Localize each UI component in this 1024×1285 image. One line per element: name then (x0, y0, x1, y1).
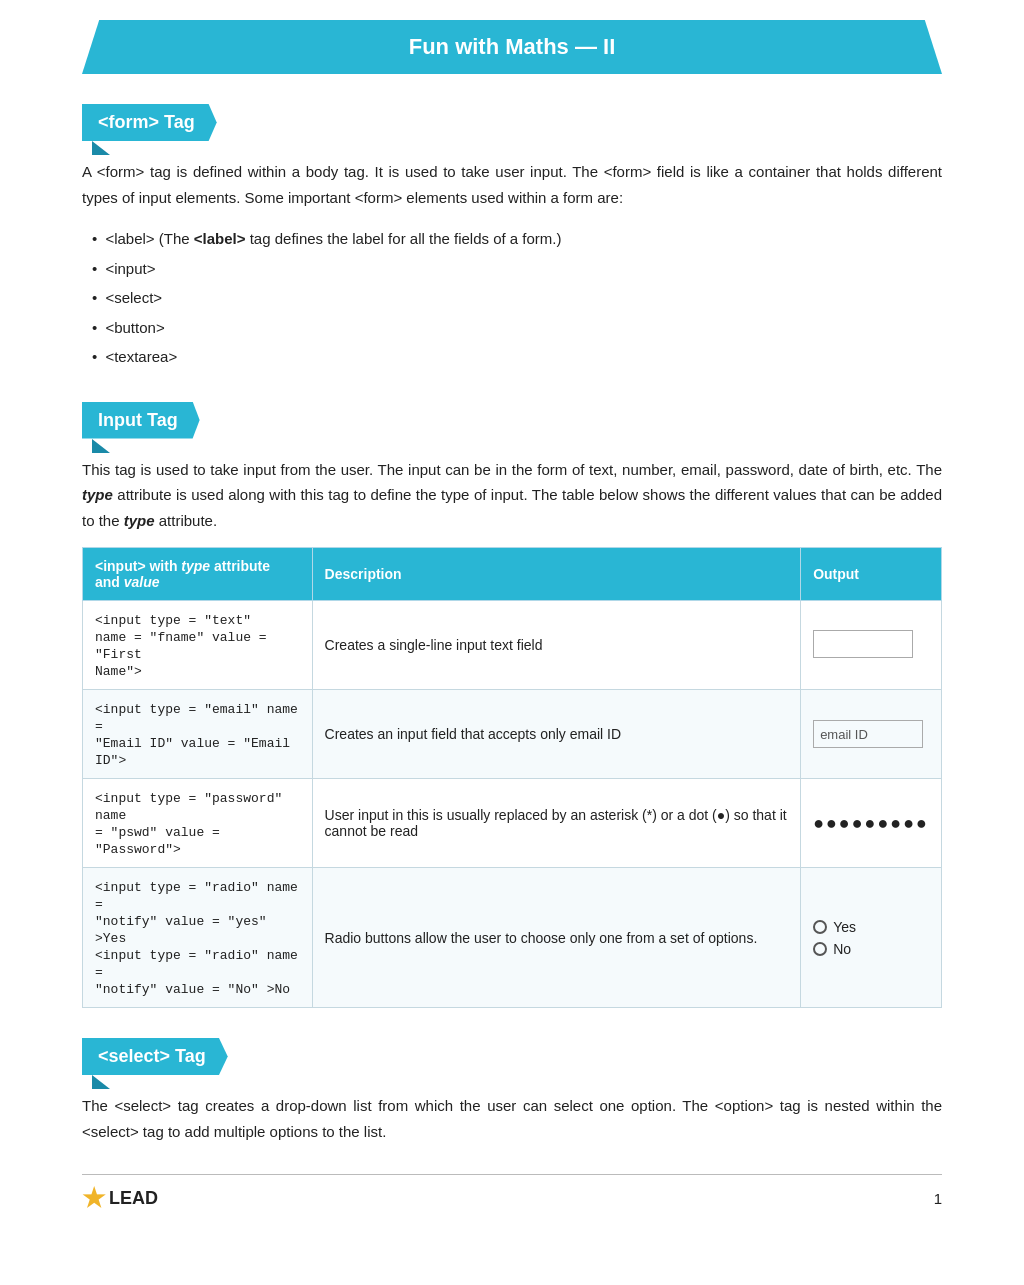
star-icon: ★ (82, 1183, 105, 1214)
table-cell-input: <input type = "radio" name ="notify" val… (83, 868, 313, 1008)
list-item: <select> (92, 283, 942, 313)
radio-label-no: No (833, 941, 851, 957)
table-cell-output (801, 601, 942, 690)
radio-button-no[interactable] (813, 942, 827, 956)
radio-label-yes: Yes (833, 919, 856, 935)
input-tag-heading: Input Tag (82, 402, 200, 439)
form-tag-heading-wrap: <form> Tag (82, 104, 942, 141)
radio-button-yes[interactable] (813, 920, 827, 934)
input-tag-section: Input Tag This tag is used to take input… (82, 402, 942, 1009)
table-cell-description: Creates a single-line input text field (312, 601, 801, 690)
table-cell-input: <input type = "password" name= "pswd" va… (83, 779, 313, 868)
heading-arrow-decoration (92, 1075, 110, 1089)
table-header-description: Description (312, 548, 801, 601)
logo-text: LEAD (109, 1188, 158, 1209)
list-item: <textarea> (92, 342, 942, 372)
select-tag-heading-wrap: <select> Tag (82, 1038, 942, 1075)
form-tag-bullet-list: <label> (The <label> tag defines the lab… (82, 224, 942, 372)
form-tag-description: A <form> tag is defined within a body ta… (82, 159, 942, 210)
input-tag-heading-wrap: Input Tag (82, 402, 942, 439)
table-row: <input type = "email" name ="Email ID" v… (83, 690, 942, 779)
output-email-field[interactable]: email ID (813, 720, 923, 748)
table-row: <input type = "text"name = "fname" value… (83, 601, 942, 690)
table-cell-description: User input in this is usually replaced b… (312, 779, 801, 868)
header-banner: Fun with Maths — II (82, 20, 942, 74)
page-footer: ★ LEAD 1 (82, 1174, 942, 1214)
select-tag-description: The <select> tag creates a drop-down lis… (82, 1093, 942, 1144)
form-tag-heading: <form> Tag (82, 104, 217, 141)
select-tag-section: <select> Tag The <select> tag creates a … (82, 1038, 942, 1144)
table-header-output: Output (801, 548, 942, 601)
table-cell-description: Creates an input field that accepts only… (312, 690, 801, 779)
output-radio-group: Yes No (813, 919, 929, 957)
lead-logo: ★ LEAD (82, 1183, 158, 1214)
table-cell-input: <input type = "text"name = "fname" value… (83, 601, 313, 690)
table-row: <input type = "password" name= "pswd" va… (83, 779, 942, 868)
select-tag-heading: <select> Tag (82, 1038, 228, 1075)
table-cell-input: <input type = "email" name ="Email ID" v… (83, 690, 313, 779)
input-type-table: <input> with type attributeand value Des… (82, 547, 942, 1008)
page-number: 1 (934, 1190, 942, 1207)
list-item: <label> (The <label> tag defines the lab… (92, 224, 942, 254)
list-item: <input> (92, 254, 942, 284)
form-tag-section: <form> Tag A <form> tag is defined withi… (82, 104, 942, 372)
output-text-field[interactable] (813, 630, 913, 658)
radio-option-yes[interactable]: Yes (813, 919, 929, 935)
table-cell-description: Radio buttons allow the user to choose o… (312, 868, 801, 1008)
table-header-input: <input> with type attributeand value (83, 548, 313, 601)
list-item: <button> (92, 313, 942, 343)
radio-option-no[interactable]: No (813, 941, 929, 957)
table-row: <input type = "radio" name ="notify" val… (83, 868, 942, 1008)
output-password-field: ●●●●●●●●● (813, 813, 929, 833)
table-cell-output: email ID (801, 690, 942, 779)
table-cell-output: ●●●●●●●●● (801, 779, 942, 868)
input-tag-description: This tag is used to take input from the … (82, 457, 942, 534)
heading-arrow-decoration (92, 141, 110, 155)
heading-arrow-decoration (92, 439, 110, 453)
table-cell-output: Yes No (801, 868, 942, 1008)
